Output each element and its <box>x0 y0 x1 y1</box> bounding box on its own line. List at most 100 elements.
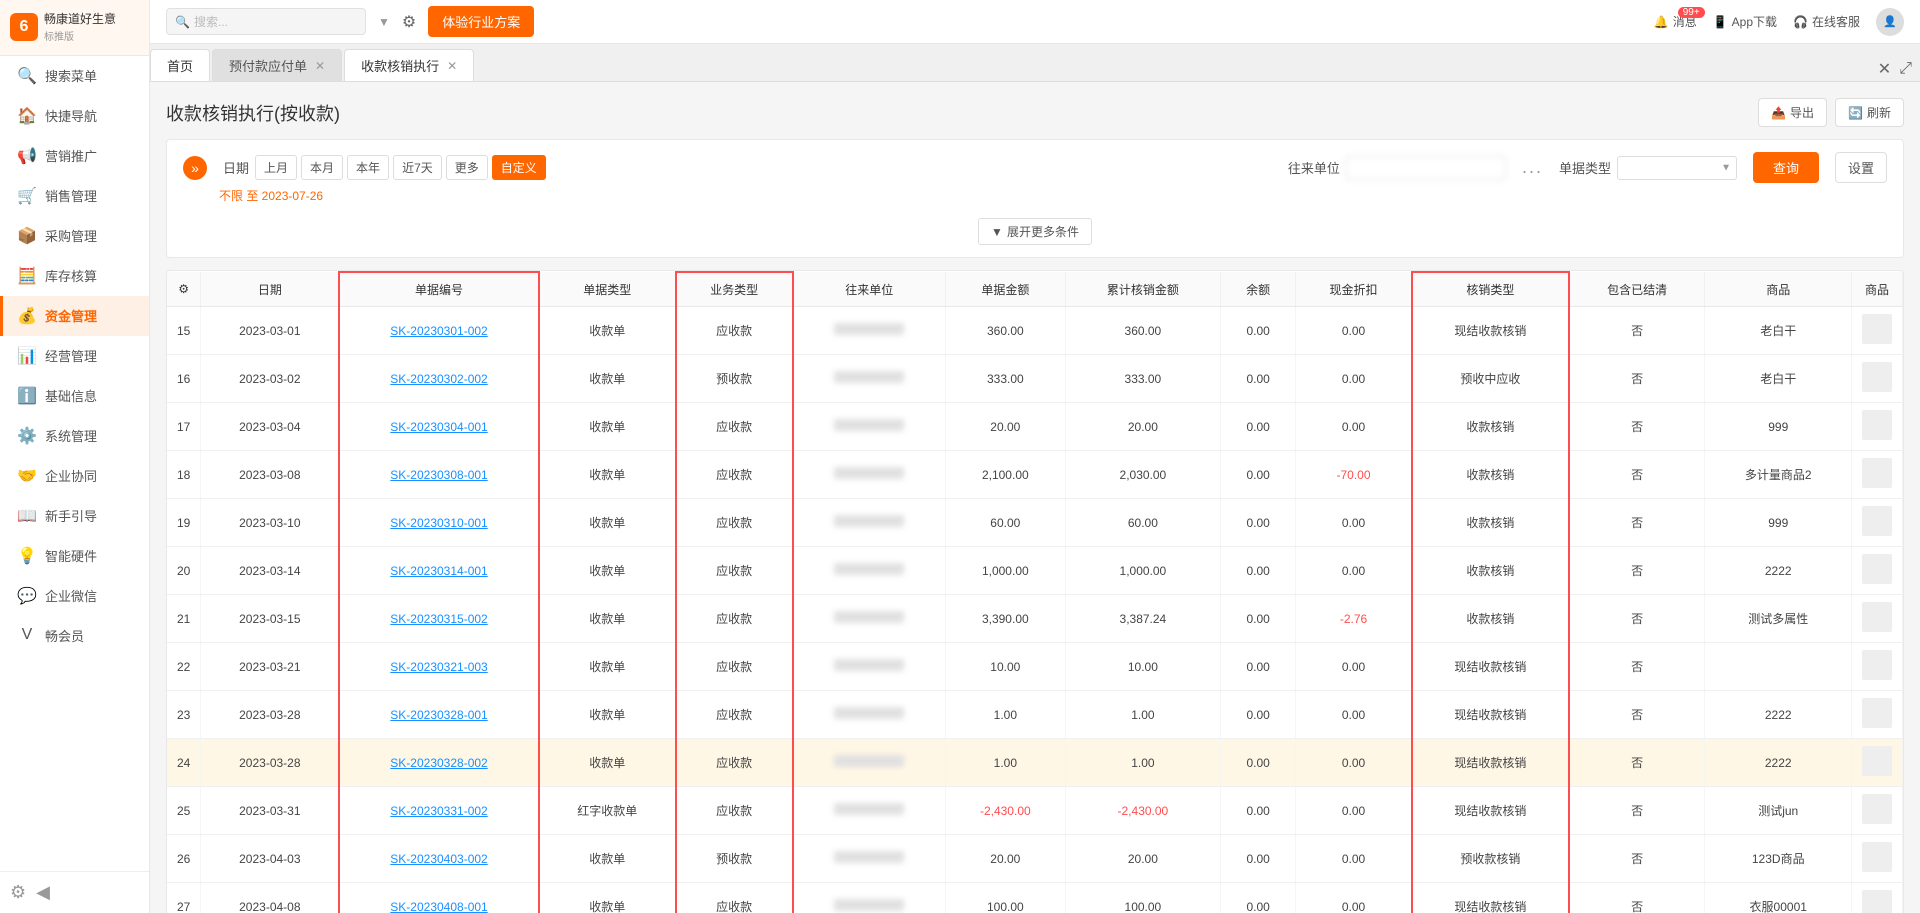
expand-more-button[interactable]: ▼ 展开更多条件 <box>978 218 1092 245</box>
cell-product: 多计量商品2 <box>1705 451 1852 499</box>
cell-product: 测试jun <box>1705 787 1852 835</box>
tab-collection-close-icon[interactable]: ✕ <box>447 59 457 73</box>
sidebar-item-operation[interactable]: 📊 经营管理 <box>0 336 149 376</box>
doc-no-link[interactable]: SK-20230310-001 <box>390 516 487 530</box>
tab-close-all-icon[interactable]: ✕ <box>1878 59 1891 79</box>
sidebar-item-wechat[interactable]: 💬 企业微信 <box>0 576 149 616</box>
date-this-month-button[interactable]: 本月 <box>301 155 343 180</box>
sidebar-item-member[interactable]: V 畅会员 <box>0 616 149 655</box>
cell-product: 123D商品 <box>1705 835 1852 883</box>
cell-product2 <box>1852 643 1903 691</box>
date-more-button[interactable]: 更多 <box>446 155 488 180</box>
topbar-gear-icon[interactable]: ⚙ <box>402 12 416 32</box>
doc-no-link[interactable]: SK-20230315-002 <box>390 612 487 626</box>
sidebar-item-guide[interactable]: 📖 新手引导 <box>0 496 149 536</box>
th-balance: 余额 <box>1221 272 1296 307</box>
filter-toggle-button[interactable]: » <box>183 156 207 180</box>
cell-cum-cancel: 1.00 <box>1065 691 1220 739</box>
abacus-icon: 🧮 <box>17 266 37 286</box>
page-header: 收款核销执行(按收款) 📤 导出 🔄 刷新 <box>166 98 1904 127</box>
sidebar: 6 畅康道好生意 标推版 🔍 搜索菜单 🏠 快捷导航 📢 营销推广 🛒 销售管理… <box>0 0 150 913</box>
sidebar-item-label: 销售管理 <box>45 186 97 205</box>
cell-cash-disc: -70.00 <box>1296 451 1412 499</box>
user-avatar[interactable]: 👤 <box>1876 8 1904 36</box>
cell-date: 2023-03-08 <box>201 451 339 499</box>
date-7days-button[interactable]: 近7天 <box>393 155 442 180</box>
cell-doc-type: 收款单 <box>539 595 676 643</box>
filter-date-item: 日期 上月 本月 本年 近7天 更多 自定义 <box>223 155 546 180</box>
cell-doc-no: SK-20230408-001 <box>339 883 538 913</box>
cell-cum-cancel: -2,430.00 <box>1065 787 1220 835</box>
doc-no-link[interactable]: SK-20230308-001 <box>390 468 487 482</box>
partner-label: 往来单位 <box>1288 158 1340 177</box>
sidebar-item-label: 搜索菜单 <box>45 66 97 85</box>
doc-no-link[interactable]: SK-20230403-002 <box>390 852 487 866</box>
sidebar-item-search[interactable]: 🔍 搜索菜单 <box>0 56 149 96</box>
doc-no-link[interactable]: SK-20230304-001 <box>390 420 487 434</box>
doc-no-link[interactable]: SK-20230328-001 <box>390 708 487 722</box>
tab-home[interactable]: 首页 <box>150 49 210 81</box>
sidebar-item-hardware[interactable]: 💡 智能硬件 <box>0 536 149 576</box>
sidebar-item-inventory[interactable]: 🧮 库存核算 <box>0 256 149 296</box>
doc-type-select[interactable] <box>1617 156 1737 180</box>
export-label: 导出 <box>1790 104 1814 121</box>
sidebar-item-finance[interactable]: 💰 资金管理 <box>0 296 149 336</box>
tab-home-label: 首页 <box>167 56 193 75</box>
sidebar-item-system[interactable]: ⚙️ 系统管理 <box>0 416 149 456</box>
cell-balance: 0.00 <box>1221 883 1296 913</box>
cell-doc-no: SK-20230301-002 <box>339 307 538 355</box>
settings-bottom-icon[interactable]: ⚙ <box>10 882 26 903</box>
cell-include-closed: 否 <box>1569 307 1705 355</box>
topbar-search[interactable]: 🔍 搜索... <box>166 8 366 35</box>
doc-no-link[interactable]: SK-20230328-002 <box>390 756 487 770</box>
doc-no-link[interactable]: SK-20230314-001 <box>390 564 487 578</box>
refresh-button[interactable]: 🔄 刷新 <box>1835 98 1904 127</box>
sidebar-item-sales[interactable]: 🛒 销售管理 <box>0 176 149 216</box>
sidebar-item-enterprise[interactable]: 🤝 企业协同 <box>0 456 149 496</box>
cell-doc-type: 收款单 <box>539 835 676 883</box>
app-download-action[interactable]: 📱 App下载 <box>1713 13 1777 30</box>
cell-doc-no: SK-20230321-003 <box>339 643 538 691</box>
doc-no-link[interactable]: SK-20230331-002 <box>390 804 487 818</box>
cell-no: 23 <box>167 691 201 739</box>
tab-prepay[interactable]: 预付款应付单 ✕ <box>212 49 342 81</box>
cell-date: 2023-03-02 <box>201 355 339 403</box>
collapse-icon[interactable]: ◀ <box>36 882 50 903</box>
cell-no: 21 <box>167 595 201 643</box>
export-icon: 📤 <box>1771 106 1786 120</box>
query-button[interactable]: 查询 <box>1753 152 1819 183</box>
tab-collection[interactable]: 收款核销执行 ✕ <box>344 49 474 81</box>
cell-cum-cancel: 1,000.00 <box>1065 547 1220 595</box>
tab-prepay-close-icon[interactable]: ✕ <box>315 59 325 73</box>
cell-cum-cancel: 333.00 <box>1065 355 1220 403</box>
sidebar-item-marketing[interactable]: 📢 营销推广 <box>0 136 149 176</box>
doc-type-select-wrap <box>1617 156 1737 180</box>
th-gear[interactable]: ⚙ <box>167 272 201 307</box>
message-action[interactable]: 🔔 消息 99+ <box>1654 13 1697 30</box>
sidebar-item-purchase[interactable]: 📦 采购管理 <box>0 216 149 256</box>
cell-date: 2023-03-10 <box>201 499 339 547</box>
export-button[interactable]: 📤 导出 <box>1758 98 1827 127</box>
sidebar-item-nav[interactable]: 🏠 快捷导航 <box>0 96 149 136</box>
settings-button[interactable]: 设置 <box>1835 152 1887 183</box>
tab-fullscreen-icon[interactable]: ⤢ <box>1899 60 1912 78</box>
industry-solution-button[interactable]: 体验行业方案 <box>428 6 534 37</box>
cell-partner <box>793 643 946 691</box>
cell-cancel-type: 收款核销 <box>1412 403 1569 451</box>
date-label: 日期 <box>223 158 249 177</box>
cell-cum-cancel: 20.00 <box>1065 403 1220 451</box>
dropdown-chevron-icon[interactable]: ▼ <box>378 15 390 29</box>
partner-input[interactable] <box>1346 156 1506 180</box>
doc-no-link[interactable]: SK-20230302-002 <box>390 372 487 386</box>
v-icon: V <box>17 626 37 644</box>
online-service-action[interactable]: 🎧 在线客服 <box>1793 13 1860 30</box>
doc-no-link[interactable]: SK-20230408-001 <box>390 900 487 913</box>
sidebar-item-basic[interactable]: ℹ️ 基础信息 <box>0 376 149 416</box>
date-last-month-button[interactable]: 上月 <box>255 155 297 180</box>
cell-cum-cancel: 2,030.00 <box>1065 451 1220 499</box>
doc-no-link[interactable]: SK-20230321-003 <box>390 660 487 674</box>
date-this-year-button[interactable]: 本年 <box>347 155 389 180</box>
doc-no-link[interactable]: SK-20230301-002 <box>390 324 487 338</box>
th-include-closed: 包含已结清 <box>1569 272 1705 307</box>
date-custom-button[interactable]: 自定义 <box>492 155 546 180</box>
